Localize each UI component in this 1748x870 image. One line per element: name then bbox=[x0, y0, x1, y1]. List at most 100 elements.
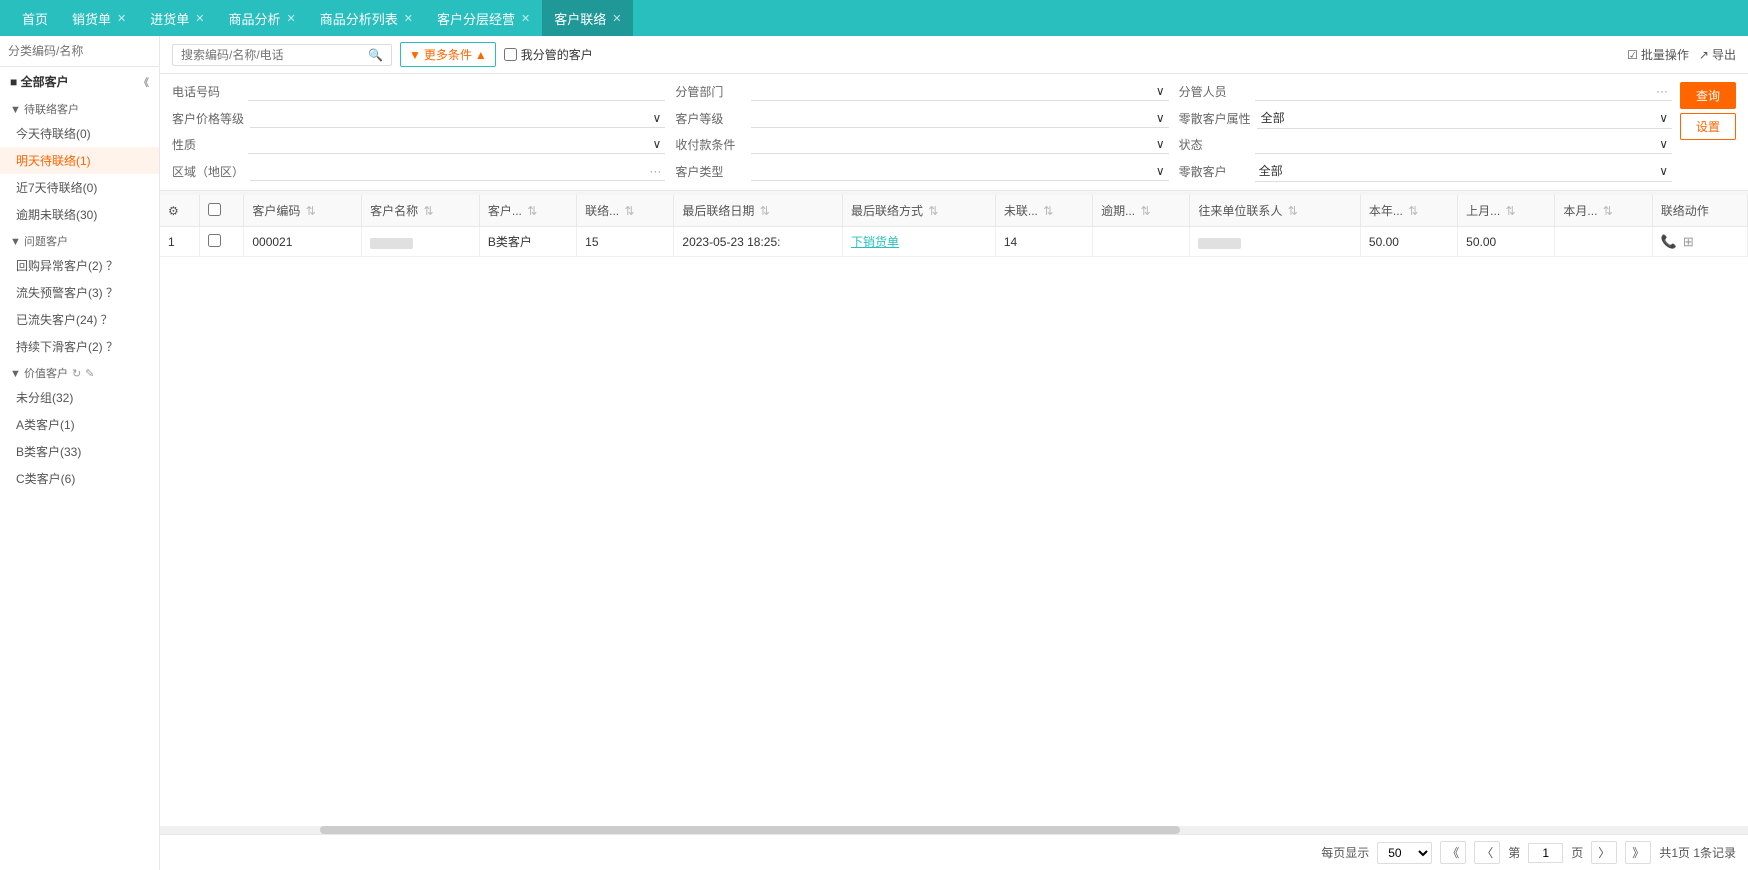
close-icon[interactable]: ✕ bbox=[612, 12, 621, 25]
filter-icon: ▼ bbox=[409, 48, 421, 62]
col-type[interactable]: 客户... ⇅ bbox=[479, 195, 576, 227]
toolbar: 🔍 ▼ 更多条件 ▲ 我分管的客户 ☑ 批量操作 ↗ 导出 bbox=[160, 36, 1748, 74]
next-page-button[interactable]: 〉 bbox=[1591, 841, 1617, 864]
sidebar-group-value[interactable]: ▼ 价值客户 ↻ ✎ bbox=[0, 360, 159, 384]
row-checkbox[interactable] bbox=[208, 234, 221, 247]
filter-manager: 分管人员 ··· bbox=[1179, 82, 1672, 101]
search-box[interactable]: 🔍 bbox=[172, 44, 392, 66]
horizontal-scrollbar[interactable] bbox=[160, 826, 1748, 834]
prev-page-button[interactable]: 〈 bbox=[1474, 841, 1500, 864]
filter-button[interactable]: ▼ 更多条件 ▲ bbox=[400, 42, 496, 67]
sidebar-item-typeB[interactable]: B类客户(33) bbox=[0, 438, 159, 465]
select-all-checkbox[interactable] bbox=[208, 203, 221, 216]
row-actions: 📞 ⊞ bbox=[1652, 227, 1747, 257]
sidebar-item-repurchase[interactable]: 回购异常客户(2) ？ bbox=[0, 252, 159, 279]
nav-customer-contact[interactable]: 客户联络 ✕ bbox=[542, 0, 633, 36]
scrollbar-thumb[interactable] bbox=[320, 826, 1180, 834]
collapse-icon[interactable]: 《 bbox=[139, 74, 149, 89]
phone-action-icon[interactable]: 📞 bbox=[1661, 234, 1677, 250]
sort-icon: ⇅ bbox=[1141, 204, 1151, 218]
close-icon[interactable]: ✕ bbox=[117, 12, 126, 25]
col-overdue[interactable]: 逾期... ⇅ bbox=[1093, 195, 1190, 227]
col-current-month[interactable]: 本月... ⇅ bbox=[1555, 195, 1652, 227]
search-input[interactable] bbox=[181, 48, 368, 62]
my-customer-checkbox[interactable] bbox=[504, 48, 517, 61]
status-select[interactable]: ∨ bbox=[1255, 135, 1672, 154]
filter-region: 区域（地区） ··· bbox=[172, 162, 665, 181]
chevron-down-icon: ∨ bbox=[1156, 137, 1165, 151]
set-button[interactable]: 设置 bbox=[1680, 113, 1736, 140]
sidebar-item-typeC[interactable]: C类客户(6) bbox=[0, 465, 159, 492]
close-icon[interactable]: ✕ bbox=[195, 12, 204, 25]
nav-analysis-list[interactable]: 商品分析列表 ✕ bbox=[308, 0, 425, 36]
close-icon[interactable]: ✕ bbox=[521, 12, 530, 25]
col-unit-contact[interactable]: 往来单位联系人 ⇅ bbox=[1190, 195, 1360, 227]
close-icon[interactable]: ✕ bbox=[287, 12, 296, 25]
query-button[interactable]: 查询 bbox=[1680, 82, 1736, 109]
col-name[interactable]: 客户名称 ⇅ bbox=[362, 195, 480, 227]
dept-select[interactable]: ∨ bbox=[751, 82, 1168, 101]
sidebar-item-churn[interactable]: 流失预警客户(3) ？ bbox=[0, 279, 159, 306]
nav-customer-segment[interactable]: 客户分层经营 ✕ bbox=[425, 0, 542, 36]
customer-level-select[interactable]: ∨ bbox=[751, 109, 1168, 128]
nature-select[interactable]: ∨ bbox=[248, 135, 665, 154]
retail-attr-select[interactable]: 全部 ∨ bbox=[1257, 107, 1672, 129]
col-checkbox[interactable] bbox=[200, 195, 244, 227]
close-icon[interactable]: ✕ bbox=[404, 12, 413, 25]
sidebar-item-today[interactable]: 今天待联络(0) bbox=[0, 120, 159, 147]
sort-icon: ⇅ bbox=[423, 204, 433, 218]
row-current-month bbox=[1555, 227, 1652, 257]
sidebar-item-ungrouped[interactable]: 未分组(32) bbox=[0, 384, 159, 411]
batch-op-button[interactable]: ☑ 批量操作 bbox=[1627, 46, 1689, 63]
phone-input[interactable] bbox=[248, 82, 665, 101]
export-button[interactable]: ↗ 导出 bbox=[1699, 46, 1736, 63]
grid-action-icon[interactable]: ⊞ bbox=[1683, 234, 1694, 250]
customer-type-select[interactable]: ∨ bbox=[751, 162, 1168, 181]
sidebar-all-customers[interactable]: ■ 全部客户 《 bbox=[0, 67, 159, 96]
chevron-down-icon: ∨ bbox=[1156, 84, 1165, 98]
col-current-year[interactable]: 本年... ⇅ bbox=[1360, 195, 1457, 227]
first-page-button[interactable]: 《 bbox=[1440, 841, 1466, 864]
my-customer-checkbox-label[interactable]: 我分管的客户 bbox=[504, 46, 593, 63]
nav-home[interactable]: 首页 bbox=[10, 0, 60, 36]
table-header-row: ⚙ 客户编码 ⇅ 客户名称 ⇅ 客户... ⇅ bbox=[160, 195, 1748, 227]
sidebar-item-week[interactable]: 近7天待联络(0) bbox=[0, 174, 159, 201]
edit-icon[interactable]: ✎ bbox=[85, 367, 94, 380]
refresh-icon[interactable]: ↻ bbox=[72, 367, 81, 380]
nav-sales[interactable]: 销货单 ✕ bbox=[60, 0, 138, 36]
nav-analysis[interactable]: 商品分析 ✕ bbox=[216, 0, 307, 36]
row-checkbox-cell[interactable] bbox=[200, 227, 244, 257]
sidebar-group-problem[interactable]: ▼ 问题客户 bbox=[0, 228, 159, 252]
nav-purchase[interactable]: 进货单 ✕ bbox=[138, 0, 216, 36]
sidebar-search-input[interactable] bbox=[8, 44, 160, 58]
sidebar-item-declining[interactable]: 持续下滑客户(2) ？ bbox=[0, 333, 159, 360]
retail-customer-select[interactable]: 全部 ∨ bbox=[1255, 160, 1672, 182]
search-icon[interactable]: 🔍 bbox=[368, 48, 383, 62]
region-dots[interactable]: ··· bbox=[250, 162, 665, 181]
scrollbar-track bbox=[160, 826, 1748, 834]
sidebar-item-lost[interactable]: 已流失客户(24) ？ bbox=[0, 306, 159, 333]
sidebar-item-tomorrow[interactable]: 明天待联络(1) bbox=[0, 147, 159, 174]
filter-dept: 分管部门 ∨ bbox=[675, 82, 1168, 101]
col-last-contact-date[interactable]: 最后联络日期 ⇅ bbox=[674, 195, 843, 227]
col-last-contact-method[interactable]: 最后联络方式 ⇅ bbox=[842, 195, 995, 227]
row-uncontacted: 14 bbox=[995, 227, 1092, 257]
row-last-contact-method[interactable]: 下销货单 bbox=[842, 227, 995, 257]
page-number-input[interactable] bbox=[1528, 843, 1563, 863]
col-settings[interactable]: ⚙ bbox=[160, 195, 200, 227]
sidebar-item-typeA[interactable]: A类客户(1) bbox=[0, 411, 159, 438]
col-contact[interactable]: 联络... ⇅ bbox=[577, 195, 674, 227]
col-last-month[interactable]: 上月... ⇅ bbox=[1458, 195, 1555, 227]
toolbar-right: ☑ 批量操作 ↗ 导出 bbox=[1627, 46, 1736, 63]
sort-icon: ⇅ bbox=[625, 204, 635, 218]
sidebar-group-pending[interactable]: ▼ 待联络客户 bbox=[0, 96, 159, 120]
payment-select[interactable]: ∨ bbox=[751, 135, 1168, 154]
manager-dots[interactable]: ··· bbox=[1255, 82, 1672, 101]
last-page-button[interactable]: 》 bbox=[1625, 841, 1651, 864]
col-uncontacted[interactable]: 未联... ⇅ bbox=[995, 195, 1092, 227]
col-code[interactable]: 客户编码 ⇅ bbox=[244, 195, 362, 227]
page-size-select[interactable]: 50 100 200 bbox=[1377, 842, 1432, 864]
total-records: 共1页 1条记录 bbox=[1659, 844, 1736, 861]
price-level-select[interactable]: ∨ bbox=[250, 109, 665, 128]
sidebar-item-overdue[interactable]: 逾期未联络(30) bbox=[0, 201, 159, 228]
